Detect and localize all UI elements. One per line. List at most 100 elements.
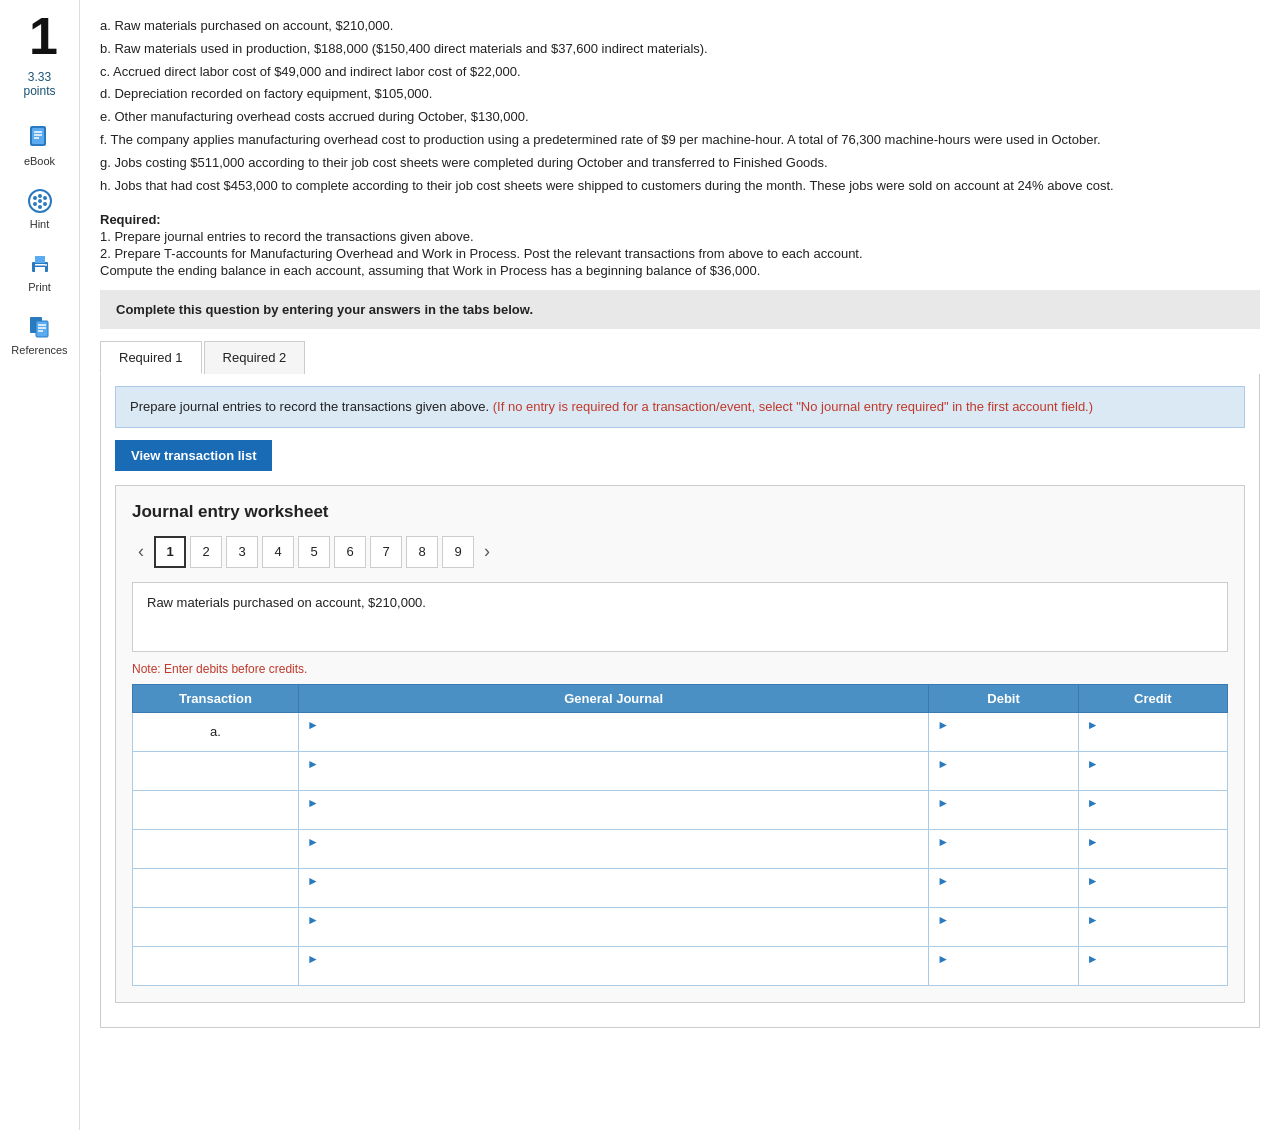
row3-credit-input[interactable] <box>1087 810 1219 825</box>
row5-credit: ► <box>1078 868 1227 907</box>
problem-line-e: e. Other manufacturing overhead costs ac… <box>100 107 1260 128</box>
row2-journal-input[interactable] <box>307 771 920 786</box>
journal-table: Transaction General Journal Debit Credit… <box>132 684 1228 986</box>
page-8-button[interactable]: 8 <box>406 536 438 568</box>
references-icon <box>26 313 54 341</box>
row6-credit-input[interactable] <box>1087 927 1219 942</box>
row6-debit-input[interactable] <box>937 927 1069 942</box>
problem-line-f: f. The company applies manufacturing ove… <box>100 130 1260 151</box>
problem-text: a. Raw materials purchased on account, $… <box>100 16 1260 196</box>
table-row: ► ► ► <box>133 907 1228 946</box>
row3-debit-input[interactable] <box>937 810 1069 825</box>
table-row: ► ► ► <box>133 829 1228 868</box>
row3-credit: ► <box>1078 790 1227 829</box>
svg-rect-1 <box>32 128 44 144</box>
prev-page-button[interactable]: ‹ <box>132 539 150 564</box>
row7-debit-input[interactable] <box>937 966 1069 981</box>
row2-credit-input[interactable] <box>1087 771 1219 786</box>
sidebar-item-ebook[interactable]: eBook <box>0 114 79 177</box>
sidebar: 1 3.33 points eBook <box>0 0 80 1130</box>
row5-debit-input[interactable] <box>937 888 1069 903</box>
tabs-container: Required 1 Required 2 <box>100 341 1260 374</box>
svg-rect-16 <box>35 264 45 266</box>
table-row: ► ► ► <box>133 790 1228 829</box>
svg-point-6 <box>38 194 42 198</box>
svg-point-7 <box>33 196 37 200</box>
row7-transaction <box>133 946 299 985</box>
tab-required1[interactable]: Required 1 <box>100 341 202 374</box>
note-text: Note: Enter debits before credits. <box>132 662 1228 676</box>
svg-rect-14 <box>35 256 45 263</box>
table-row: a. ► ► ► <box>133 712 1228 751</box>
svg-rect-19 <box>36 321 48 337</box>
tab-content: Prepare journal entries to record the tr… <box>100 374 1260 1028</box>
row4-journal-input[interactable] <box>307 849 920 864</box>
required-section: Required: 1. Prepare journal entries to … <box>100 212 1260 278</box>
row1-transaction: a. <box>133 712 299 751</box>
row5-transaction <box>133 868 299 907</box>
hint-icon <box>26 187 54 215</box>
sidebar-item-print[interactable]: Print <box>0 240 79 303</box>
page-navigation: ‹ 1 2 3 4 5 6 7 8 9 › <box>132 536 1228 568</box>
row2-credit: ► <box>1078 751 1227 790</box>
problem-line-h: h. Jobs that had cost $453,000 to comple… <box>100 176 1260 197</box>
row1-debit-input[interactable] <box>937 732 1069 747</box>
required-line-3: Compute the ending balance in each accou… <box>100 263 1260 278</box>
row2-debit-input[interactable] <box>937 771 1069 786</box>
page-1-button[interactable]: 1 <box>154 536 186 568</box>
row5-journal-input[interactable] <box>307 888 920 903</box>
info-box: Prepare journal entries to record the tr… <box>115 386 1245 428</box>
row5-journal: ► <box>298 868 928 907</box>
table-row: ► ► ► <box>133 751 1228 790</box>
row3-journal: ► <box>298 790 928 829</box>
row4-credit-input[interactable] <box>1087 849 1219 864</box>
row4-debit-input[interactable] <box>937 849 1069 864</box>
svg-point-10 <box>43 202 47 206</box>
row5-credit-input[interactable] <box>1087 888 1219 903</box>
transaction-description: Raw materials purchased on account, $210… <box>132 582 1228 652</box>
page-2-button[interactable]: 2 <box>190 536 222 568</box>
col-general-journal: General Journal <box>298 684 928 712</box>
required-line-1: 1. Prepare journal entries to record the… <box>100 229 1260 244</box>
row3-journal-input[interactable] <box>307 810 920 825</box>
row7-credit-input[interactable] <box>1087 966 1219 981</box>
row1-credit-input[interactable] <box>1087 732 1219 747</box>
row2-transaction <box>133 751 299 790</box>
problem-line-a: a. Raw materials purchased on account, $… <box>100 16 1260 37</box>
row6-transaction <box>133 907 299 946</box>
col-credit: Credit <box>1078 684 1227 712</box>
page-4-button[interactable]: 4 <box>262 536 294 568</box>
print-icon <box>26 250 54 278</box>
page-3-button[interactable]: 3 <box>226 536 258 568</box>
tab-required2[interactable]: Required 2 <box>204 341 306 374</box>
row7-journal-input[interactable] <box>307 966 920 981</box>
sidebar-item-hint[interactable]: Hint <box>0 177 79 240</box>
col-debit: Debit <box>929 684 1078 712</box>
page-7-button[interactable]: 7 <box>370 536 402 568</box>
page-9-button[interactable]: 9 <box>442 536 474 568</box>
sidebar-item-references[interactable]: References <box>0 303 79 366</box>
required-line-2: 2. Prepare T-accounts for Manufacturing … <box>100 246 1260 261</box>
page-5-button[interactable]: 5 <box>298 536 330 568</box>
row1-journal-input[interactable] <box>307 732 920 747</box>
row6-journal: ► <box>298 907 928 946</box>
info-text-normal: Prepare journal entries to record the tr… <box>130 399 493 414</box>
row7-debit: ► <box>929 946 1078 985</box>
row2-debit: ► <box>929 751 1078 790</box>
row6-journal-input[interactable] <box>307 927 920 942</box>
svg-point-11 <box>38 205 42 209</box>
col-transaction: Transaction <box>133 684 299 712</box>
svg-point-12 <box>38 199 42 203</box>
print-label: Print <box>28 281 51 293</box>
row7-credit: ► <box>1078 946 1227 985</box>
row3-debit: ► <box>929 790 1078 829</box>
page-6-button[interactable]: 6 <box>334 536 366 568</box>
svg-rect-15 <box>35 267 45 273</box>
journal-worksheet: Journal entry worksheet ‹ 1 2 3 4 5 6 7 … <box>115 485 1245 1003</box>
next-page-button[interactable]: › <box>478 539 496 564</box>
row4-debit: ► <box>929 829 1078 868</box>
view-transaction-list-button[interactable]: View transaction list <box>115 440 272 471</box>
ebook-icon <box>26 124 54 152</box>
row4-journal: ► <box>298 829 928 868</box>
hint-label: Hint <box>30 218 50 230</box>
